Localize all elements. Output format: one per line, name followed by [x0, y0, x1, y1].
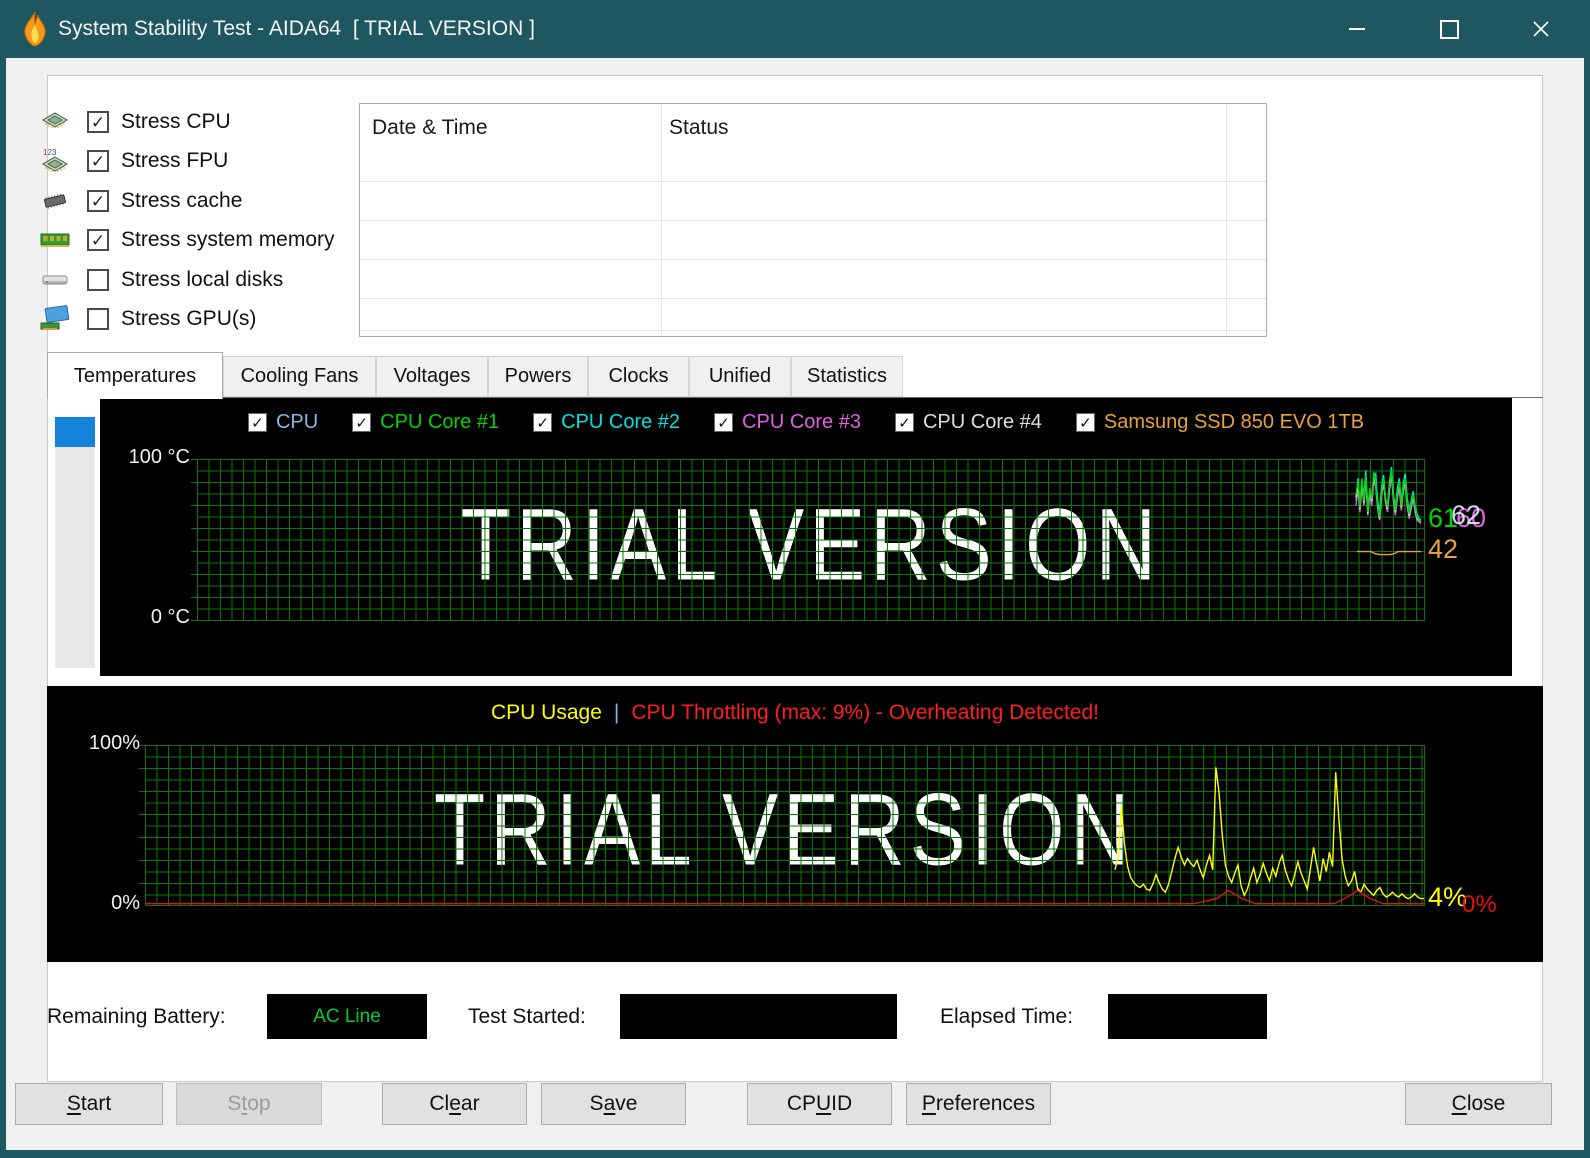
preferences-button[interactable]: Preferences	[906, 1083, 1051, 1125]
stress-option-label: Stress local disks	[121, 268, 283, 292]
stress-option-label: Stress GPU(s)	[121, 307, 256, 331]
start-button[interactable]: Start	[15, 1083, 163, 1125]
stress-option-label: Stress CPU	[121, 110, 231, 134]
stress-option-label: Stress system memory	[121, 228, 335, 252]
temp-legend: ✓CPU ✓CPU Core #1 ✓CPU Core #2 ✓CPU Core…	[100, 411, 1512, 434]
titlebar[interactable]: System Stability Test - AIDA64 [ TRIAL V…	[0, 0, 1590, 58]
log-row	[360, 299, 1266, 337]
usage-axis-min: 0%	[40, 892, 140, 915]
close-dialog-button[interactable]: Close	[1405, 1083, 1552, 1125]
log-row	[360, 221, 1266, 259]
graph-scrollbar-thumb[interactable]	[55, 417, 95, 447]
tab-voltages[interactable]: Voltages	[376, 356, 488, 397]
maximize-icon	[1440, 20, 1459, 39]
battery-value-box: AC Line	[267, 994, 427, 1039]
legend-cpu-core3-checkbox[interactable]: ✓	[714, 413, 733, 432]
usage-chart-title-row: CPU Usage | CPU Throttling (max: 9%) - O…	[47, 701, 1543, 725]
temp-grid	[197, 459, 1425, 621]
stress-option-memory: ✓ Stress system memory	[38, 225, 335, 255]
stress-memory-checkbox[interactable]: ✓	[87, 229, 109, 251]
legend-cpu-core4[interactable]: ✓CPU Core #4	[895, 411, 1042, 434]
battery-label: Remaining Battery:	[47, 1005, 226, 1029]
disk-icon	[38, 265, 72, 295]
memory-icon	[38, 225, 72, 255]
stress-gpu-checkbox[interactable]	[87, 308, 109, 330]
legend-cpu[interactable]: ✓CPU	[248, 411, 318, 434]
maximize-button[interactable]	[1409, 0, 1489, 58]
legend-cpu-core3[interactable]: ✓CPU Core #3	[714, 411, 861, 434]
legend-ssd[interactable]: ✓Samsung SSD 850 EVO 1TB	[1076, 411, 1364, 434]
close-icon	[1530, 18, 1552, 40]
test-started-label: Test Started:	[468, 1005, 586, 1029]
stress-option-cache: ✓ Stress cache	[38, 186, 242, 216]
tab-baseline	[47, 397, 1543, 398]
legend-cpu-core2-checkbox[interactable]: ✓	[533, 413, 552, 432]
svg-text:123: 123	[43, 148, 57, 157]
stress-option-fpu: 123 ✓ Stress FPU	[38, 146, 228, 176]
cache-icon	[38, 186, 72, 216]
cpu-usage-label: CPU Usage	[491, 701, 602, 725]
legend-cpu-core1-checkbox[interactable]: ✓	[352, 413, 371, 432]
tab-temperatures[interactable]: Temperatures	[47, 352, 223, 399]
battery-value: AC Line	[313, 1006, 381, 1028]
log-table[interactable]: Date & Time Status	[359, 103, 1267, 337]
stress-option-label: Stress FPU	[121, 149, 228, 173]
gpu-icon	[38, 304, 72, 334]
stress-option-cpu: ✓ Stress CPU	[38, 107, 231, 137]
tab-unified[interactable]: Unified	[689, 356, 791, 397]
legend-cpu-core4-checkbox[interactable]: ✓	[895, 413, 914, 432]
legend-cpu-core2[interactable]: ✓CPU Core #2	[533, 411, 680, 434]
stress-cpu-checkbox[interactable]: ✓	[87, 111, 109, 133]
throttling-alert: CPU Throttling (max: 9%) - Overheating D…	[631, 701, 1099, 725]
elapsed-time-label: Elapsed Time:	[940, 1005, 1073, 1029]
log-row	[360, 143, 1266, 181]
log-row	[360, 260, 1266, 298]
stress-option-gpu: Stress GPU(s)	[38, 304, 256, 334]
elapsed-time-box	[1108, 994, 1267, 1039]
tab-statistics[interactable]: Statistics	[791, 356, 903, 397]
stop-button[interactable]: Stop	[176, 1083, 322, 1125]
stress-fpu-checkbox[interactable]: ✓	[87, 150, 109, 172]
stress-cache-checkbox[interactable]: ✓	[87, 190, 109, 212]
cpu-icon	[38, 107, 72, 137]
temp-value-core2: 62	[1451, 500, 1481, 531]
temp-axis-min: 0 °C	[90, 606, 190, 629]
stress-option-label: Stress cache	[121, 189, 242, 213]
log-row	[360, 182, 1266, 220]
column-header-datetime[interactable]: Date & Time	[372, 116, 488, 140]
fpu-icon: 123	[38, 146, 72, 176]
usage-grid	[145, 745, 1425, 906]
minimize-icon	[1349, 28, 1365, 30]
legend-cpu-checkbox[interactable]: ✓	[248, 413, 267, 432]
legend-ssd-checkbox[interactable]: ✓	[1076, 413, 1095, 432]
column-header-status[interactable]: Status	[669, 116, 729, 140]
save-button[interactable]: Save	[541, 1083, 686, 1125]
title-separator: |	[614, 701, 619, 725]
cpuid-button[interactable]: CPUID	[747, 1083, 892, 1125]
test-started-box	[620, 994, 897, 1039]
temp-value-ssd: 42	[1428, 534, 1458, 565]
app-flame-icon	[18, 10, 52, 48]
throttle-value: 0%	[1462, 891, 1497, 919]
graph-scrollbar[interactable]	[55, 417, 95, 668]
tab-cooling-fans[interactable]: Cooling Fans	[223, 356, 376, 397]
close-button[interactable]	[1501, 0, 1581, 58]
tab-powers[interactable]: Powers	[488, 356, 588, 397]
stress-option-disks: Stress local disks	[38, 265, 283, 295]
usage-axis-max: 100%	[40, 732, 140, 755]
tab-clocks[interactable]: Clocks	[588, 356, 689, 397]
legend-cpu-core1[interactable]: ✓CPU Core #1	[352, 411, 499, 434]
window-title: System Stability Test - AIDA64 [ TRIAL V…	[58, 0, 535, 58]
minimize-button[interactable]	[1317, 0, 1397, 58]
stress-disks-checkbox[interactable]	[87, 269, 109, 291]
temp-axis-max: 100 °C	[90, 446, 190, 469]
clear-button[interactable]: Clear	[382, 1083, 527, 1125]
